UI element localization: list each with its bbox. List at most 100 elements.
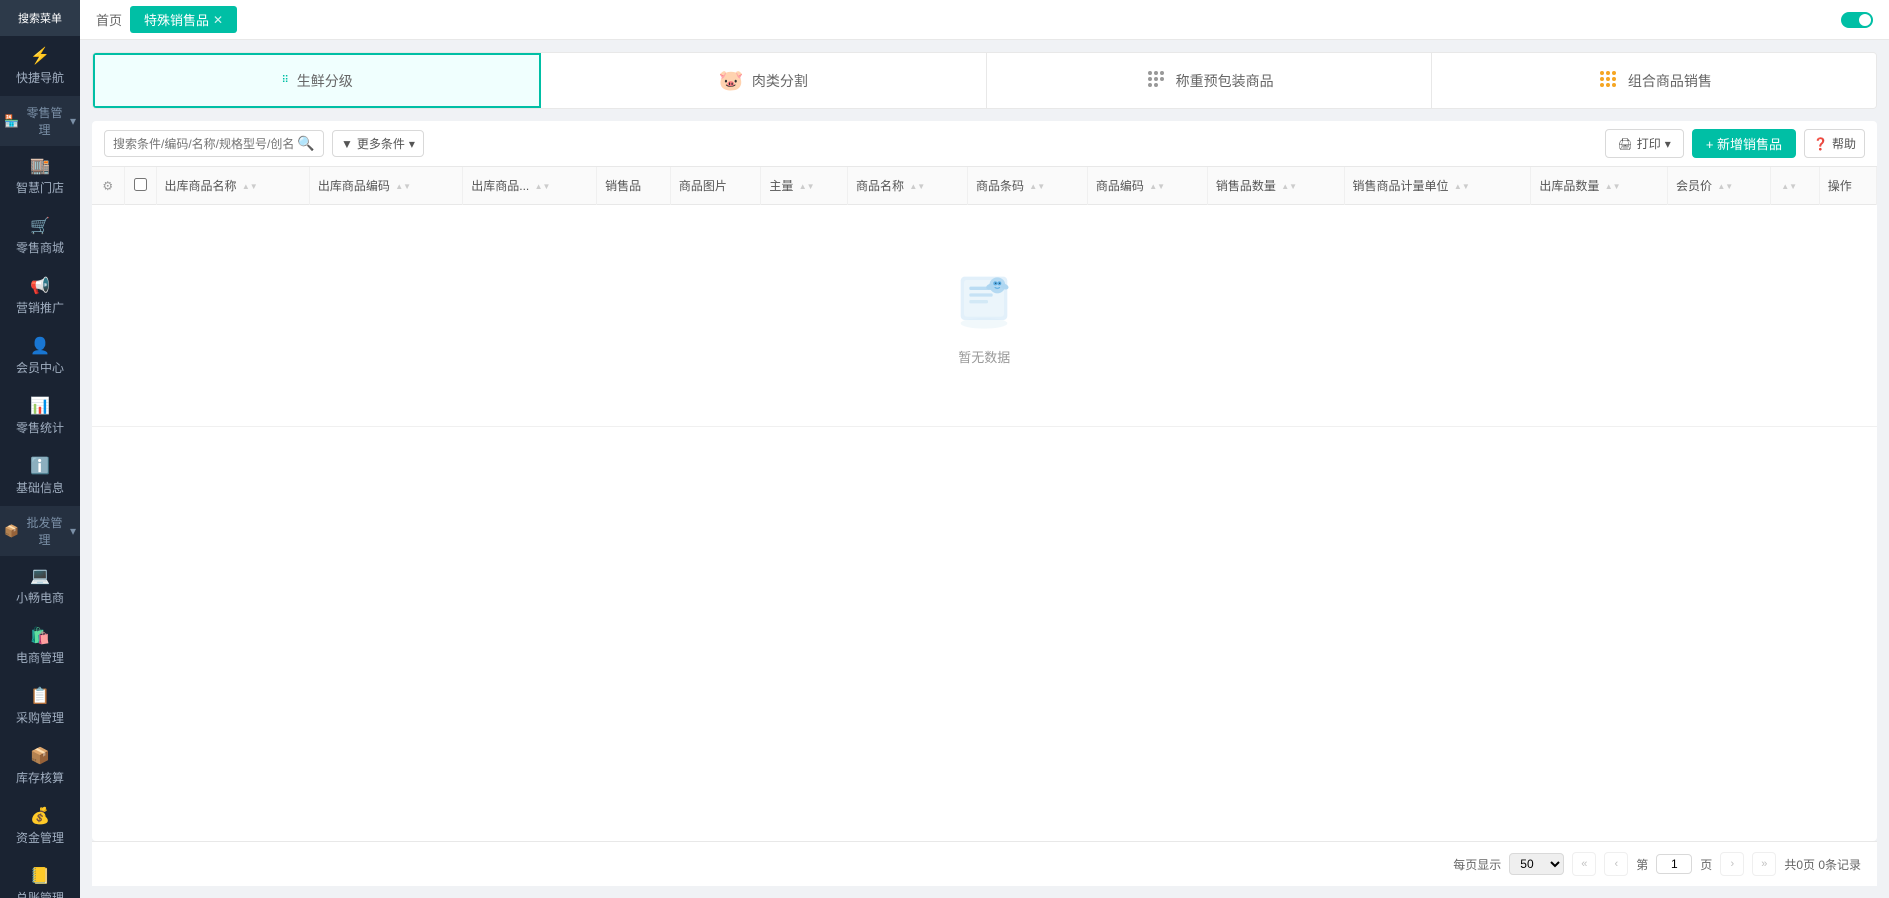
sales-qty-header[interactable]: 销售品数量 ▲▼ xyxy=(1207,167,1344,205)
active-tab[interactable]: 特殊销售品 ✕ xyxy=(130,6,237,33)
filter-icon: ▼ xyxy=(341,137,353,151)
total-records-label: 共0页 0条记录 xyxy=(1784,856,1861,873)
sidebar-item-basic-info[interactable]: ℹ️ 基础信息 xyxy=(0,446,80,506)
quick-nav-icon: ⚡ xyxy=(30,46,50,66)
select-all-checkbox[interactable] xyxy=(134,178,147,191)
tab-weigh-pack[interactable]: 称重预包装商品 xyxy=(987,53,1432,108)
sidebar-item-quick-nav[interactable]: ⚡ 快捷导航 xyxy=(0,36,80,96)
product-image-header: 商品图片 xyxy=(670,167,760,205)
general-ledger-icon: 📒 xyxy=(30,866,50,886)
add-sales-product-button[interactable]: + 新增销售品 xyxy=(1692,129,1796,158)
sort-icon: ▲▼ xyxy=(1454,182,1470,191)
out-qty-header[interactable]: 出库品数量 ▲▼ xyxy=(1531,167,1668,205)
topbar: 首页 特殊销售品 ✕ xyxy=(80,0,1889,40)
more-column-header[interactable]: ▲▼ xyxy=(1771,167,1819,205)
filter-button[interactable]: ▼ 更多条件 ▾ xyxy=(332,130,424,157)
sidebar-item-general-ledger[interactable]: 📒 总账管理 xyxy=(0,856,80,898)
micro-store-icon: 💻 xyxy=(30,566,50,586)
home-link[interactable]: 首页 xyxy=(96,10,122,29)
sidebar-logo: 搜索菜单 xyxy=(0,0,80,36)
last-page-button[interactable]: » xyxy=(1752,852,1776,876)
sort-icon: ▲▼ xyxy=(1029,182,1045,191)
print-button[interactable]: 🖨 打印 ▾ xyxy=(1605,129,1684,158)
tab-combo-sale-label: 组合商品销售 xyxy=(1628,71,1712,91)
next-page-button[interactable]: › xyxy=(1720,852,1744,876)
combo-sale-icon xyxy=(1596,67,1620,94)
print-button-label: 打印 xyxy=(1637,135,1661,152)
empty-state: 暂无数据 xyxy=(92,205,1877,426)
sort-icon: ▲▼ xyxy=(1605,182,1621,191)
sidebar-item-label: 电商管理 xyxy=(16,649,64,666)
checkbox-column-header[interactable] xyxy=(124,167,156,205)
weigh-pack-icon xyxy=(1144,67,1168,94)
sidebar-item-label: 零售管理 xyxy=(21,104,68,138)
category-tabs: ⠿ 生鲜分级 🐷 肉类分割 xyxy=(92,52,1877,109)
sidebar-logo-text: 搜索菜单 xyxy=(18,10,62,26)
out-product-name-header[interactable]: 出库商品名称 ▲▼ xyxy=(156,167,309,205)
tab-combo-sale[interactable]: 组合商品销售 xyxy=(1432,53,1876,108)
search-box[interactable]: 🔍 xyxy=(104,130,324,157)
page-number-input[interactable] xyxy=(1656,854,1692,874)
sidebar-item-retail-mall[interactable]: 🛒 零售商城 xyxy=(0,206,80,266)
product-code-header[interactable]: 商品编码 ▲▼ xyxy=(1087,167,1207,205)
toolbar-right: 🖨 打印 ▾ + 新增销售品 ❓ 帮助 xyxy=(1605,129,1865,158)
wholesale-mgmt-icon: 📦 xyxy=(4,524,19,538)
sidebar-item-inventory[interactable]: 📦 库存核算 xyxy=(0,736,80,796)
sidebar-item-purchase-mgmt[interactable]: 📋 采购管理 xyxy=(0,676,80,736)
chevron-down-icon: ▾ xyxy=(1665,137,1671,151)
out-product-more-header[interactable]: 出库商品... ▲▼ xyxy=(463,167,597,205)
tab-weigh-pack-label: 称重预包装商品 xyxy=(1176,71,1274,91)
page-content: ⠿ 生鲜分级 🐷 肉类分割 xyxy=(80,40,1889,898)
first-page-button[interactable]: « xyxy=(1572,852,1596,876)
out-product-code-header[interactable]: 出库商品编码 ▲▼ xyxy=(309,167,462,205)
product-barcode-header[interactable]: 商品条码 ▲▼ xyxy=(967,167,1087,205)
fresh-grade-icon: ⠿ xyxy=(281,75,288,86)
page-size-select[interactable]: 50 10 20 100 xyxy=(1509,853,1564,875)
chevron-down-icon: ▾ xyxy=(70,114,76,128)
sort-icon: ▲▼ xyxy=(242,182,258,191)
tab-fresh-grade[interactable]: ⠿ 生鲜分级 xyxy=(93,53,541,108)
inventory-icon: 📦 xyxy=(30,746,50,766)
sidebar-item-label: 会员中心 xyxy=(16,359,64,376)
topbar-right xyxy=(1841,12,1873,28)
sidebar-item-wholesale-mgmt[interactable]: 📦 批发管理 ▾ xyxy=(0,506,80,556)
help-icon: ❓ xyxy=(1813,137,1828,151)
sidebar-item-retail-mgmt[interactable]: 🏪 零售管理 ▾ xyxy=(0,96,80,146)
tab-close-button[interactable]: ✕ xyxy=(213,13,223,27)
main-content: 首页 特殊销售品 ✕ ⠿ 生鲜分级 🐷 肉类分割 xyxy=(80,0,1889,898)
last-page-icon: » xyxy=(1761,858,1767,870)
sidebar-item-label: 批发管理 xyxy=(21,514,68,548)
sort-icon: ▲▼ xyxy=(1717,182,1733,191)
settings-column-header[interactable]: ⚙ xyxy=(92,167,124,205)
mode-toggle[interactable] xyxy=(1841,12,1873,28)
sidebar-item-retail-stats[interactable]: 📊 零售统计 xyxy=(0,386,80,446)
product-name-header[interactable]: 商品名称 ▲▼ xyxy=(847,167,967,205)
sidebar-item-finance-mgmt[interactable]: 💰 资金管理 xyxy=(0,796,80,856)
sidebar-item-member-center[interactable]: 👤 会员中心 xyxy=(0,326,80,386)
sort-icon: ▲▼ xyxy=(799,182,815,191)
retail-mall-icon: 🛒 xyxy=(30,216,50,236)
sidebar-item-label: 基础信息 xyxy=(16,479,64,496)
sidebar-item-label: 营销推广 xyxy=(16,299,64,316)
sales-product-header: 销售品 xyxy=(597,167,671,205)
filter-button-label: 更多条件 xyxy=(357,135,405,152)
sidebar: 搜索菜单 ⚡ 快捷导航 🏪 零售管理 ▾ 🏬 智慧门店 🛒 零售商城 📢 营销推… xyxy=(0,0,80,898)
sidebar-item-ecommerce-mgmt[interactable]: 🛍️ 电商管理 xyxy=(0,616,80,676)
prev-page-button[interactable]: ‹ xyxy=(1604,852,1628,876)
sidebar-item-micro-store[interactable]: 💻 小畅电商 xyxy=(0,556,80,616)
empty-state-text: 暂无数据 xyxy=(958,347,1010,366)
prev-page-icon: ‹ xyxy=(1614,858,1618,870)
help-button[interactable]: ❓ 帮助 xyxy=(1804,129,1865,158)
purchase-mgmt-icon: 📋 xyxy=(30,686,50,706)
tab-meat-cut[interactable]: 🐷 肉类分割 xyxy=(541,53,986,108)
main-weight-header[interactable]: 主量 ▲▼ xyxy=(761,167,848,205)
sales-unit-header[interactable]: 销售商品计量单位 ▲▼ xyxy=(1344,167,1531,205)
sort-icon: ▲▼ xyxy=(395,182,411,191)
sidebar-item-sales-promo[interactable]: 📢 营销推广 xyxy=(0,266,80,326)
member-price-header[interactable]: 会员价 ▲▼ xyxy=(1668,167,1771,205)
search-input[interactable] xyxy=(113,137,293,151)
pagination: 每页显示 50 10 20 100 « ‹ 第 页 › » 共0页 0条记录 xyxy=(92,841,1877,886)
search-icon[interactable]: 🔍 xyxy=(297,135,314,152)
retail-mgmt-icon: 🏪 xyxy=(4,114,19,128)
sidebar-item-smart-store[interactable]: 🏬 智慧门店 xyxy=(0,146,80,206)
